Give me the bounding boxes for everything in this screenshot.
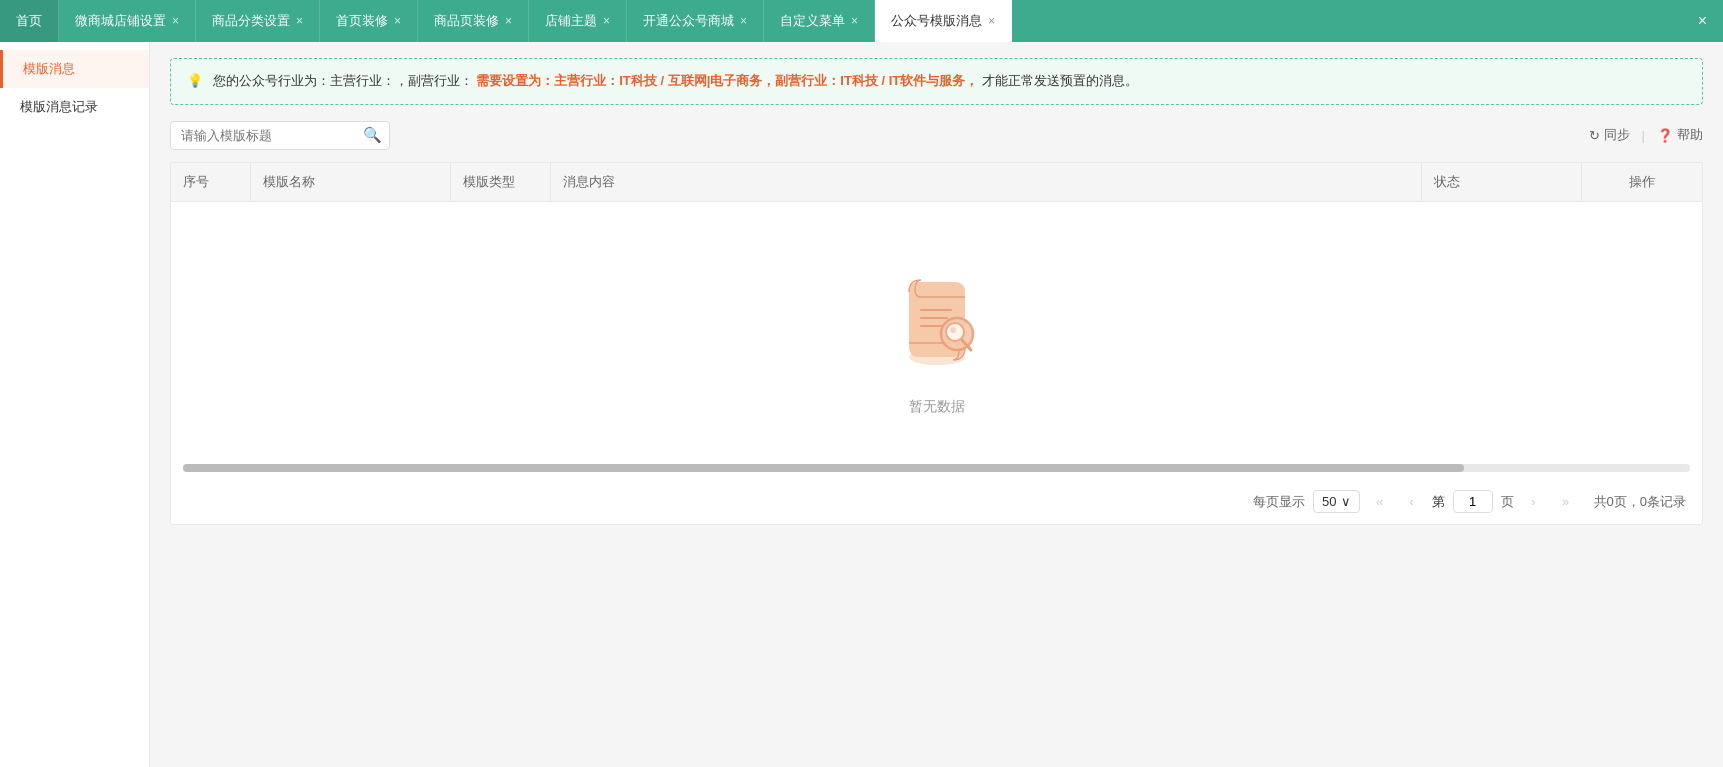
search-left: 🔍 [170,121,390,150]
table-wrap: 序号 模版名称 模版类型 消息内容 状态 操作 [170,162,1703,525]
scrollbar-thumb[interactable] [183,464,1464,472]
main-content: 💡 您的公众号行业为：主营行业：，副营行业： 需要设置为：主营行业：IT科技 /… [150,42,1723,767]
tab-label-home-decor: 首页装修 [336,12,388,30]
notice-highlight: 需要设置为：主营行业：IT科技 / 互联网|电子商务，副营行业：IT科技 / I… [476,73,978,88]
notice-banner: 💡 您的公众号行业为：主营行业：，副营行业： 需要设置为：主营行业：IT科技 /… [170,58,1703,105]
sync-button[interactable]: ↻ 同步 [1589,126,1630,144]
th-action: 操作 [1582,163,1702,201]
tab-close-shop-theme[interactable]: × [603,14,610,28]
page-size-value: 50 [1322,494,1336,509]
th-content: 消息内容 [551,163,1422,201]
search-button[interactable]: 🔍 [363,126,382,144]
th-type: 模版类型 [451,163,551,201]
nav-tab-home[interactable]: 首页 [0,0,59,42]
svg-point-7 [950,327,956,333]
tab-label-home: 首页 [16,12,42,30]
tab-close-custom-menu[interactable]: × [851,14,858,28]
nav-tab-shop-settings[interactable]: 微商城店铺设置 × [59,0,196,42]
search-right: ↻ 同步 | ❓ 帮助 [1589,126,1703,144]
notice-suffix: 才能正常发送预置的消息。 [982,73,1138,88]
nav-tab-shop-theme[interactable]: 店铺主题 × [529,0,627,42]
first-page-button[interactable]: « [1368,490,1392,514]
tab-label-template-msg: 公众号模版消息 [891,12,982,30]
sidebar-item-template-record[interactable]: 模版消息记录 [0,88,149,126]
tab-close-open-mall[interactable]: × [740,14,747,28]
nav-tab-product-decor[interactable]: 商品页装修 × [418,0,529,42]
empty-state: 暂无数据 [171,202,1702,456]
prev-page-button[interactable]: ‹ [1400,490,1424,514]
tab-label-product-decor: 商品页装修 [434,12,499,30]
tab-label-open-mall: 开通公众号商城 [643,12,734,30]
search-bar: 🔍 ↻ 同步 | ❓ 帮助 [170,121,1703,150]
page-size-select[interactable]: 50 ∨ [1313,490,1359,513]
nav-tab-template-msg[interactable]: 公众号模版消息 × [875,0,1012,42]
nav-tab-open-mall[interactable]: 开通公众号商城 × [627,0,764,42]
next-page-button[interactable]: › [1522,490,1546,514]
nav-tab-custom-menu[interactable]: 自定义菜单 × [764,0,875,42]
empty-illustration [877,262,997,382]
page-label: 页 [1501,493,1514,511]
search-icon: 🔍 [363,126,382,143]
tab-close-product-decor[interactable]: × [505,14,512,28]
page-word: 第 [1432,493,1445,511]
tab-close-category-settings[interactable]: × [296,14,303,28]
tab-close-template-msg[interactable]: × [988,14,995,28]
top-navigation: 首页微商城店铺设置×商品分类设置×首页装修×商品页装修×店铺主题×开通公众号商城… [0,0,1723,42]
search-input[interactable] [170,121,390,150]
scrollbar-area[interactable] [183,464,1690,472]
notice-icon: 💡 [187,73,203,88]
nav-tab-home-decor[interactable]: 首页装修 × [320,0,418,42]
close-all-button[interactable]: × [1682,12,1723,30]
help-label: 帮助 [1677,126,1703,144]
th-status: 状态 [1422,163,1582,201]
tab-label-category-settings: 商品分类设置 [212,12,290,30]
chevron-down-icon: ∨ [1341,494,1351,509]
sync-label: 同步 [1604,126,1630,144]
nav-tab-category-settings[interactable]: 商品分类设置 × [196,0,320,42]
empty-text: 暂无数据 [909,398,965,416]
page-layout: 模版消息模版消息记录 💡 您的公众号行业为：主营行业：，副营行业： 需要设置为：… [0,42,1723,767]
last-page-button[interactable]: » [1554,490,1578,514]
tab-label-custom-menu: 自定义菜单 [780,12,845,30]
total-label: 共0页，0条记录 [1594,493,1686,511]
tab-label-shop-theme: 店铺主题 [545,12,597,30]
sidebar: 模版消息模版消息记录 [0,42,150,767]
th-name: 模版名称 [251,163,451,201]
tab-close-shop-settings[interactable]: × [172,14,179,28]
th-seq: 序号 [171,163,251,201]
sync-icon: ↻ [1589,128,1600,143]
help-icon: ❓ [1657,128,1673,143]
sidebar-item-template-msg[interactable]: 模版消息 [0,50,149,88]
tab-label-shop-settings: 微商城店铺设置 [75,12,166,30]
help-button[interactable]: ❓ 帮助 [1657,126,1703,144]
pagination: 每页显示 50 ∨ « ‹ 第 页 › » 共0页，0条记录 [171,480,1702,524]
divider: | [1642,128,1645,143]
page-size-label: 每页显示 [1253,493,1305,511]
search-input-wrap: 🔍 [170,121,390,150]
table-header: 序号 模版名称 模版类型 消息内容 状态 操作 [171,163,1702,202]
page-number-input[interactable] [1453,490,1493,513]
tab-close-home-decor[interactable]: × [394,14,401,28]
notice-prefix: 您的公众号行业为：主营行业：，副营行业： [213,73,473,88]
